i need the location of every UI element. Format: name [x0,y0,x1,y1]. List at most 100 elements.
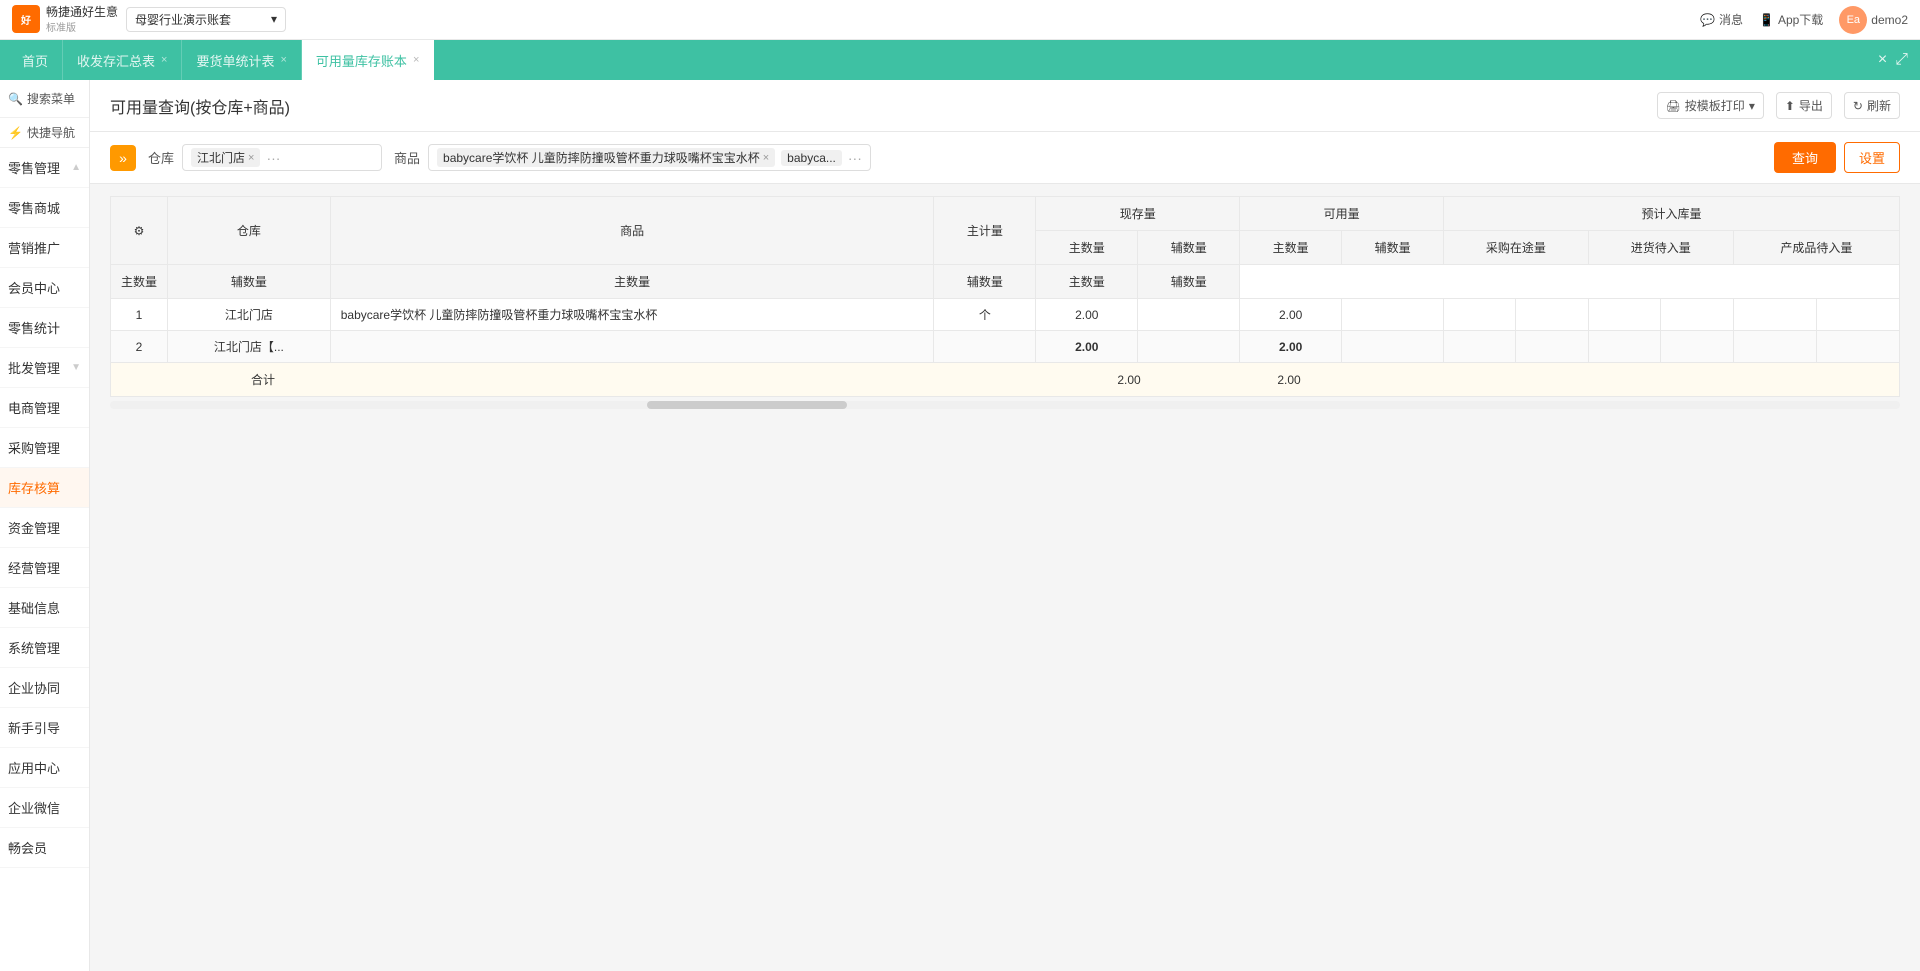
user-area[interactable]: Ea demo2 [1839,6,1908,34]
product-tag: babycare学饮杯 儿童防摔防撞吸管杯重力球吸嘴杯宝宝水杯 × [437,148,775,167]
cell-stock-aux-g [1138,331,1240,363]
tab-yaohuo[interactable]: 要货单统计表 × [182,40,301,80]
warehouse-tag-remove[interactable]: × [248,152,254,164]
th-production-aux2: 辅数量 [1138,265,1240,299]
cell-production-aux-g [1816,331,1899,363]
sidebar-item-label: 营销推广 [8,238,60,257]
table-row: 1 江北门店 babycare学饮杯 儿童防摔防撞吸管杯重力球吸嘴杯宝宝水杯 个… [111,299,1900,331]
sidebar-item-system[interactable]: 系统管理 [0,628,89,668]
tab-shoufasun[interactable]: 收发存汇总表 × [63,40,182,80]
sidebar-item-label: 采购管理 [8,438,60,457]
th-purchase-group: 采购在途量 [1444,231,1589,265]
sidebar-nav[interactable]: ⚡ 快捷导航 [0,118,89,148]
warehouse-tag-value: 江北门店 [197,149,245,166]
app-icon: 📱 [1759,13,1774,27]
cell-stock-main-g: 2.00 [1036,331,1138,363]
sidebar-item-appcenter[interactable]: 应用中心 [0,748,89,788]
logo-text-area: 畅捷通好生意 标准版 [46,5,118,34]
cell-production-main-g [1733,331,1816,363]
cell-incoming-aux-g [1661,331,1733,363]
sidebar-item-label: 电商管理 [8,398,60,417]
cell-stock-main: 2.00 [1036,299,1138,331]
footer-available-main: 2.00 [1249,373,1329,387]
message-label: 消息 [1719,11,1743,28]
tab-yaohuo-label: 要货单统计表 [196,51,274,70]
sidebar-item-inventory[interactable]: 库存核算 [0,468,89,508]
th-available-group: 可用量 [1240,197,1444,231]
refresh-icon: ↻ [1853,99,1863,113]
print-icon: 🖨 [1666,99,1681,113]
tab-yaohuo-close[interactable]: × [280,54,286,66]
tab-keyongliang-label: 可用量库存账本 [316,51,407,70]
topbar: 好 畅捷通好生意 标准版 母婴行业演示账套 ▾ 💬 消息 📱 App下载 Ea … [0,0,1920,40]
close-all-btn[interactable]: × [1878,51,1887,69]
cell-product-g [330,331,934,363]
sidebar-item-member2[interactable]: 畅会员 [0,828,89,868]
cell-warehouse-g: 江北门店【... [168,331,331,363]
filter-toggle-btn[interactable]: » [110,145,136,171]
tab-keyongliang[interactable]: 可用量库存账本 × [302,40,434,80]
tab-keyongliang-close[interactable]: × [413,54,419,66]
product-filter-group: 商品 babycare学饮杯 儿童防摔防撞吸管杯重力球吸嘴杯宝宝水杯 × bab… [394,144,871,171]
sidebar-item-retail-mgmt[interactable]: 零售管理 ▲ [0,148,89,188]
cell-purchase-main [1444,299,1516,331]
table-area: ⚙ 仓库 商品 主计量 现存量 可用量 预计入库量 主数量 辅数量 主数量 辅数… [90,184,1920,971]
product-ellipsis[interactable]: ··· [848,150,862,166]
tab-shoufasun-close[interactable]: × [161,54,167,66]
message-btn[interactable]: 💬 消息 [1700,11,1743,28]
settings-btn[interactable]: 设置 [1844,142,1900,173]
page-title: 可用量查询(按仓库+商品) [110,94,290,130]
sidebar-item-wholesale[interactable]: 批发管理 ▼ [0,348,89,388]
product-tag-remove[interactable]: × [763,152,769,164]
th-production-group: 产成品待入量 [1733,231,1899,265]
chevron-icon: ▼ [71,362,81,373]
expand-btn[interactable]: ⤢ [1895,51,1908,69]
template-print-btn[interactable]: 🖨 按模板打印 ▾ [1657,92,1764,119]
app-download-btn[interactable]: 📱 App下载 [1759,11,1823,28]
search-icon: 🔍 [8,92,23,106]
cell-purchase-aux-g [1516,331,1588,363]
product-filter-tags[interactable]: babycare学饮杯 儿童防摔防撞吸管杯重力球吸嘴杯宝宝水杯 × babyca… [428,144,871,171]
horizontal-scrollbar[interactable] [110,401,1900,409]
sidebar-item-operation[interactable]: 经营管理 [0,548,89,588]
sidebar-item-retail-shop[interactable]: 零售商城 [0,188,89,228]
sidebar-item-finance[interactable]: 资金管理 [0,508,89,548]
cell-incoming-main [1588,299,1660,331]
username-label: demo2 [1871,13,1908,27]
warehouse-tag: 江北门店 × [191,148,260,167]
warehouse-ellipsis[interactable]: ··· [266,150,280,166]
content-area: 可用量查询(按仓库+商品) 🖨 按模板打印 ▾ ⬆ 导出 ↻ 刷新 » [90,80,1920,971]
warehouse-filter-tags[interactable]: 江北门店 × ··· [182,144,382,171]
sidebar-item-marketing[interactable]: 营销推广 [0,228,89,268]
sidebar-item-enterprise[interactable]: 企业协同 [0,668,89,708]
sidebar-item-weixin[interactable]: 企业微信 [0,788,89,828]
th-planned-group: 预计入库量 [1444,197,1900,231]
sidebar-item-ecommerce[interactable]: 电商管理 [0,388,89,428]
tab-shoufasun-label: 收发存汇总表 [77,51,155,70]
sidebar-item-basic[interactable]: 基础信息 [0,588,89,628]
page-header: 可用量查询(按仓库+商品) 🖨 按模板打印 ▾ ⬆ 导出 ↻ 刷新 [90,80,1920,132]
sidebar-item-retail-stats[interactable]: 零售统计 [0,308,89,348]
sidebar-item-member[interactable]: 会员中心 [0,268,89,308]
table-row-group: 2 江北门店【... 2.00 2.00 [111,331,1900,363]
refresh-label: 刷新 [1867,97,1891,114]
export-btn[interactable]: ⬆ 导出 [1776,92,1832,119]
export-label: 导出 [1799,97,1823,114]
refresh-btn[interactable]: ↻ 刷新 [1844,92,1900,119]
th-production-main2: 主数量 [1036,265,1138,299]
sidebar-item-label: 经营管理 [8,558,60,577]
warehouse-label: 仓库 [148,148,174,167]
logo-text: 畅捷通好生意 [46,5,118,19]
industry-selector[interactable]: 母婴行业演示账套 ▾ [126,7,286,32]
warehouse-filter-group: 仓库 江北门店 × ··· [148,144,382,171]
sidebar-search[interactable]: 🔍 搜索菜单 [0,80,89,118]
th-settings: ⚙ [111,197,168,265]
tab-home[interactable]: 首页 [8,40,63,80]
avatar: Ea [1839,6,1867,34]
sidebar-item-newguide[interactable]: 新手引导 [0,708,89,748]
sidebar-item-purchase[interactable]: 采购管理 [0,428,89,468]
chevron-icon: ▲ [71,162,81,173]
nav-icon: ⚡ [8,126,23,140]
query-btn[interactable]: 查询 [1774,142,1836,173]
scroll-thumb[interactable] [647,401,847,409]
